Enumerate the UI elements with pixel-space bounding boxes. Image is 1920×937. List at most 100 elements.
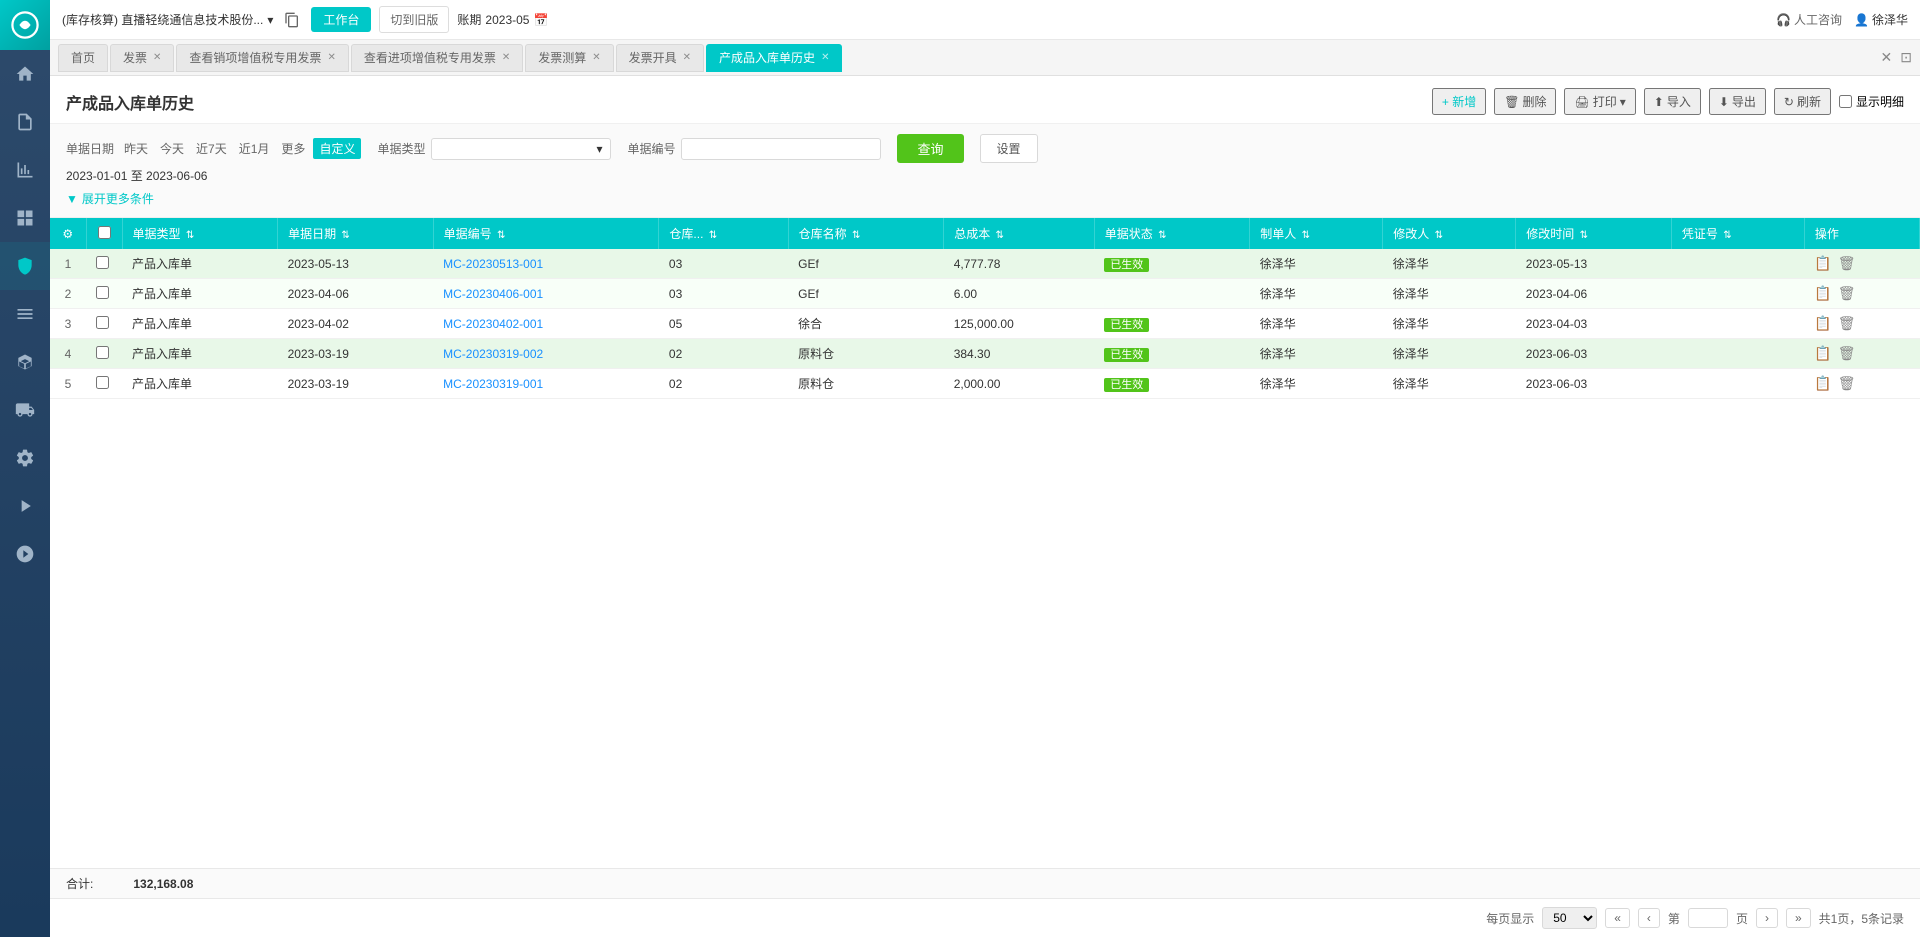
per-page-select[interactable]: 50 100 200 <box>1542 907 1597 929</box>
document-icon-btn[interactable] <box>281 9 303 31</box>
sidebar-item-home[interactable] <box>0 50 50 98</box>
next-page-btn[interactable]: › <box>1756 908 1778 928</box>
edit-icon-4[interactable]: 📋 <box>1814 375 1831 392</box>
app-logo[interactable] <box>0 0 50 50</box>
show-detail-input[interactable] <box>1839 95 1852 108</box>
tab-purchase-invoice-close[interactable]: ✕ <box>502 52 510 63</box>
tab-sales-invoice-close[interactable]: ✕ <box>327 52 335 63</box>
td-checkbox[interactable] <box>86 249 122 279</box>
tab-product-history[interactable]: 产成品入库单历史 ✕ <box>706 44 842 72</box>
row-checkbox-0[interactable] <box>96 256 109 269</box>
sidebar-item-play[interactable] <box>0 482 50 530</box>
th-voucher[interactable]: 凭证号 ⇅ <box>1671 218 1804 249</box>
query-button[interactable]: 查询 <box>897 134 963 163</box>
row-checkbox-1[interactable] <box>96 286 109 299</box>
filter-7days[interactable]: 近7天 <box>192 138 231 159</box>
filter-today[interactable]: 今天 <box>156 138 188 159</box>
tab-expand-icon[interactable]: ⊡ <box>1900 49 1912 66</box>
th-modify-time[interactable]: 修改时间 ⇅ <box>1516 218 1672 249</box>
sidebar-item-list[interactable] <box>0 290 50 338</box>
th-warehouse-code[interactable]: 仓库... ⇅ <box>659 218 788 249</box>
prev-page-btn[interactable]: ‹ <box>1638 908 1660 928</box>
sidebar-item-settings2[interactable] <box>0 434 50 482</box>
row-checkbox-3[interactable] <box>96 346 109 359</box>
filter-number-input[interactable] <box>681 138 881 160</box>
period-calendar-icon[interactable]: 📅 <box>533 13 548 27</box>
td-number-link[interactable]: MC-20230402-001 <box>443 317 543 331</box>
tab-invoice-close[interactable]: ✕ <box>153 52 161 63</box>
filter-1month[interactable]: 近1月 <box>235 138 274 159</box>
td-checkbox[interactable] <box>86 369 122 399</box>
filter-expand-btn[interactable]: ▼ 展开更多条件 <box>66 190 1904 207</box>
sidebar-item-shield[interactable] <box>0 242 50 290</box>
th-status[interactable]: 单据状态 ⇅ <box>1094 218 1250 249</box>
sidebar-item-chart[interactable] <box>0 146 50 194</box>
th-modifier[interactable]: 修改人 ⇅ <box>1383 218 1516 249</box>
filter-custom[interactable]: 自定义 <box>313 138 361 159</box>
row-checkbox-2[interactable] <box>96 316 109 329</box>
edit-icon-2[interactable]: 📋 <box>1814 315 1831 332</box>
delete-button[interactable]: 🗑 删除 <box>1494 88 1556 115</box>
filter-yesterday[interactable]: 昨天 <box>120 138 152 159</box>
tab-close-all-icon[interactable]: ✕ <box>1881 49 1893 66</box>
th-type[interactable]: 单据类型 ⇅ <box>122 218 278 249</box>
td-number-link[interactable]: MC-20230513-001 <box>443 257 543 271</box>
edit-icon-1[interactable]: 📋 <box>1814 285 1831 302</box>
first-page-btn[interactable]: « <box>1605 908 1630 928</box>
tab-invoice-calc-close[interactable]: ✕ <box>592 52 600 63</box>
tab-invoice-open-close[interactable]: ✕ <box>683 52 691 63</box>
td-number-link[interactable]: MC-20230319-001 <box>443 377 543 391</box>
last-page-btn[interactable]: » <box>1786 908 1811 928</box>
filter-type-select[interactable]: ▾ <box>431 138 611 160</box>
delete-row-icon-3[interactable]: 🗑 <box>1838 345 1856 362</box>
tab-purchase-invoice[interactable]: 查看进项增值税专用发票 ✕ <box>351 44 523 72</box>
switch-version-button[interactable]: 切到旧版 <box>379 6 449 33</box>
sidebar-item-grid[interactable] <box>0 194 50 242</box>
th-number[interactable]: 单据编号 ⇅ <box>433 218 659 249</box>
tab-invoice-open[interactable]: 发票开具 ✕ <box>616 44 704 72</box>
tab-sales-invoice-label: 查看销项增值税专用发票 <box>189 49 321 66</box>
th-creator[interactable]: 制单人 ⇅ <box>1250 218 1383 249</box>
tab-home[interactable]: 首页 <box>58 44 108 72</box>
td-checkbox[interactable] <box>86 309 122 339</box>
workbench-button[interactable]: 工作台 <box>311 7 371 32</box>
show-detail-checkbox[interactable]: 显示明细 <box>1839 93 1904 110</box>
user-service-btn[interactable]: 🎧 人工咨询 <box>1776 11 1842 28</box>
delete-row-icon-0[interactable]: 🗑 <box>1838 255 1856 272</box>
refresh-button[interactable]: ↻ 刷新 <box>1774 88 1831 115</box>
td-number-link[interactable]: MC-20230406-001 <box>443 287 543 301</box>
filter-more[interactable]: 更多 <box>277 138 309 159</box>
new-button[interactable]: + 新增 <box>1432 88 1486 115</box>
delete-row-icon-2[interactable]: 🗑 <box>1838 315 1856 332</box>
td-checkbox[interactable] <box>86 279 122 309</box>
sidebar-item-box[interactable] <box>0 338 50 386</box>
td-checkbox[interactable] <box>86 339 122 369</box>
td-number-link[interactable]: MC-20230319-002 <box>443 347 543 361</box>
sidebar-item-truck[interactable] <box>0 386 50 434</box>
sidebar-item-version[interactable] <box>0 530 50 578</box>
export-button[interactable]: ⬇ 导出 <box>1709 88 1766 115</box>
delete-row-icon-4[interactable]: 🗑 <box>1838 375 1856 392</box>
th-checkbox[interactable] <box>86 218 122 249</box>
tab-product-history-close[interactable]: ✕ <box>821 52 829 63</box>
th-date[interactable]: 单据日期 ⇅ <box>278 218 434 249</box>
page-input[interactable]: 1 <box>1688 908 1728 928</box>
th-total-cost[interactable]: 总成本 ⇅ <box>944 218 1095 249</box>
delete-row-icon-1[interactable]: 🗑 <box>1838 285 1856 302</box>
tab-sales-invoice[interactable]: 查看销项增值税专用发票 ✕ <box>176 44 348 72</box>
tab-invoice-calc[interactable]: 发票测算 ✕ <box>525 44 613 72</box>
table-row: 1 产品入库单 2023-05-13 MC-20230513-001 03 GE… <box>50 249 1920 279</box>
tab-invoice[interactable]: 发票 ✕ <box>110 44 174 72</box>
select-all-checkbox[interactable] <box>98 226 111 239</box>
th-settings[interactable]: ⚙ <box>50 218 86 249</box>
user-menu[interactable]: 👤 徐泽华 <box>1854 11 1908 28</box>
import-button[interactable]: ⬆ 导入 <box>1644 88 1701 115</box>
print-button[interactable]: 🖨 打印 ▾ <box>1564 88 1635 115</box>
row-checkbox-4[interactable] <box>96 376 109 389</box>
edit-icon-3[interactable]: 📋 <box>1814 345 1831 362</box>
th-warehouse-name[interactable]: 仓库名称 ⇅ <box>788 218 944 249</box>
sidebar-item-document[interactable] <box>0 98 50 146</box>
setting-button[interactable]: 设置 <box>980 134 1038 163</box>
edit-icon-0[interactable]: 📋 <box>1814 255 1831 272</box>
company-selector[interactable]: (库存核算) 直播轻绕通信息技术股份... ▾ <box>62 11 273 28</box>
